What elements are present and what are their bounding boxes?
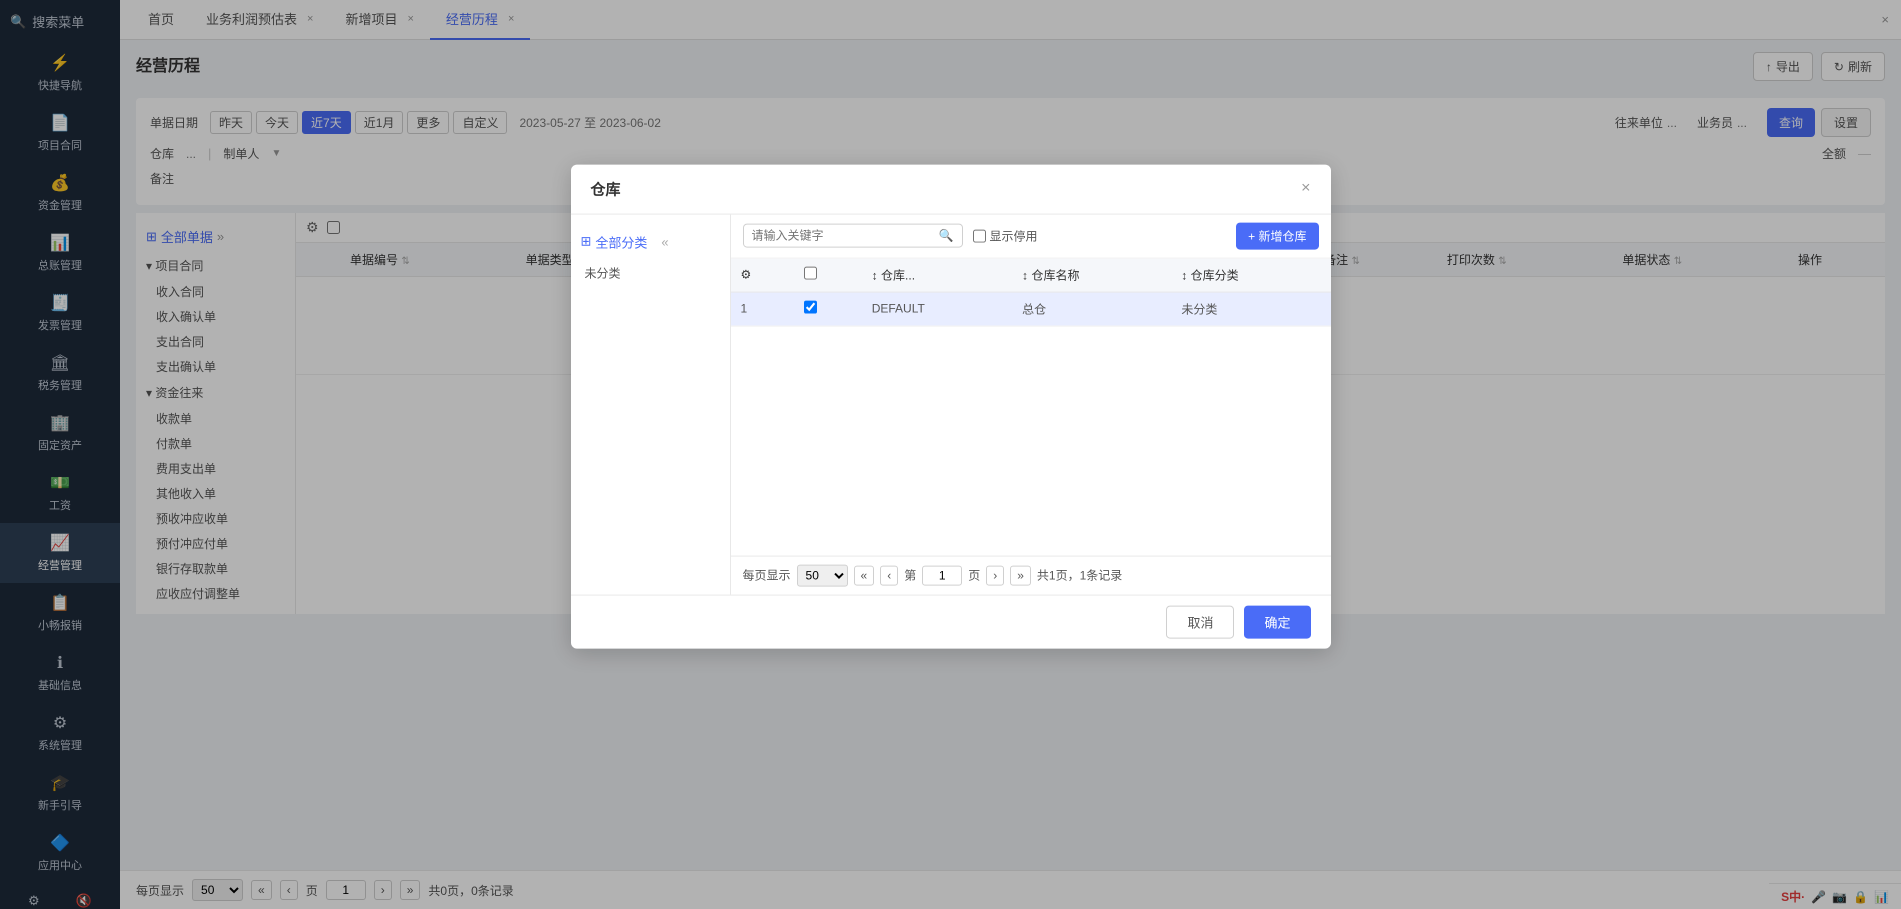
show-disabled-label: 显示停用 [990, 227, 1038, 244]
modal-col-checkbox [794, 258, 862, 292]
modal-bottom: 每页显示 10 20 50 100 « ‹ 第 页 › » 共1页，1条记录 [731, 555, 1331, 594]
modal-table-wrap: ⚙ ↕ 仓库... ↕ 仓库名称 ↕ 仓库分类 1 DEFAULT 总仓 [731, 258, 1331, 555]
modal-footer: 取消 确定 [571, 594, 1331, 648]
modal-body: ⊞ 全部分类 « 未分类 🔍 显示停用 + 新增仓库 [571, 214, 1331, 594]
modal-toolbar: 🔍 显示停用 + 新增仓库 [731, 214, 1331, 258]
modal-cancel-button[interactable]: 取消 [1166, 605, 1234, 638]
modal-table-row[interactable]: 1 DEFAULT 总仓 未分类 [731, 292, 1331, 326]
modal-col-category[interactable]: ↕ 仓库分类 [1171, 258, 1330, 292]
add-warehouse-button[interactable]: + 新增仓库 [1236, 222, 1318, 249]
modal-pagination: 每页显示 10 20 50 100 « ‹ 第 页 › » 共1页，1条记录 [731, 555, 1331, 594]
modal-select-all[interactable] [804, 267, 817, 280]
modal-page-label: 第 [904, 567, 916, 584]
modal-left-item-unclassified[interactable]: 未分类 [571, 259, 730, 286]
row-code: DEFAULT [862, 292, 1012, 326]
modal-first-page[interactable]: « [854, 565, 875, 585]
modal-col-settings[interactable]: ⚙ [731, 258, 794, 292]
modal-search-box[interactable]: 🔍 [743, 224, 963, 248]
modal-confirm-button[interactable]: 确定 [1244, 605, 1310, 638]
row-index: 1 [731, 292, 794, 326]
modal-grid-icon: ⊞ [581, 234, 592, 250]
show-disabled-checkbox[interactable]: 显示停用 [973, 227, 1038, 244]
modal-header: 仓库 × [571, 164, 1331, 214]
modal-search-icon: 🔍 [939, 229, 954, 243]
modal-page-suffix: 页 [968, 567, 980, 584]
modal-right-panel: 🔍 显示停用 + 新增仓库 ⚙ ↕ 仓库... ↕ 仓库名称 [731, 214, 1331, 594]
modal-total: 共1页，1条记录 [1037, 567, 1122, 584]
row-name: 总仓 [1012, 292, 1171, 326]
modal-next-page[interactable]: › [986, 565, 1004, 585]
modal-page-input[interactable] [922, 565, 962, 585]
modal-col-code[interactable]: ↕ 仓库... [862, 258, 1012, 292]
modal-search-input[interactable] [752, 229, 935, 243]
row-checkbox[interactable] [804, 301, 817, 314]
modal-page-size-label: 每页显示 [743, 567, 791, 584]
modal-collapse-btn[interactable]: « [651, 230, 678, 253]
modal-close-button[interactable]: × [1301, 180, 1310, 198]
warehouse-modal: 仓库 × ⊞ 全部分类 « 未分类 🔍 显示停用 [571, 164, 1331, 648]
row-category: 未分类 [1171, 292, 1330, 326]
show-disabled-input[interactable] [973, 229, 986, 242]
modal-title: 仓库 [591, 178, 621, 199]
modal-left-panel: ⊞ 全部分类 « 未分类 [571, 214, 731, 594]
modal-left-title: 全部分类 [595, 232, 647, 251]
modal-table: ⚙ ↕ 仓库... ↕ 仓库名称 ↕ 仓库分类 1 DEFAULT 总仓 [731, 258, 1331, 326]
modal-left-header[interactable]: ⊞ 全部分类 « [571, 224, 730, 259]
modal-page-size-select[interactable]: 10 20 50 100 [797, 564, 848, 586]
modal-last-page[interactable]: » [1010, 565, 1031, 585]
modal-prev-page[interactable]: ‹ [880, 565, 898, 585]
modal-col-name[interactable]: ↕ 仓库名称 [1012, 258, 1171, 292]
modal-left-item-label: 未分类 [585, 266, 621, 280]
